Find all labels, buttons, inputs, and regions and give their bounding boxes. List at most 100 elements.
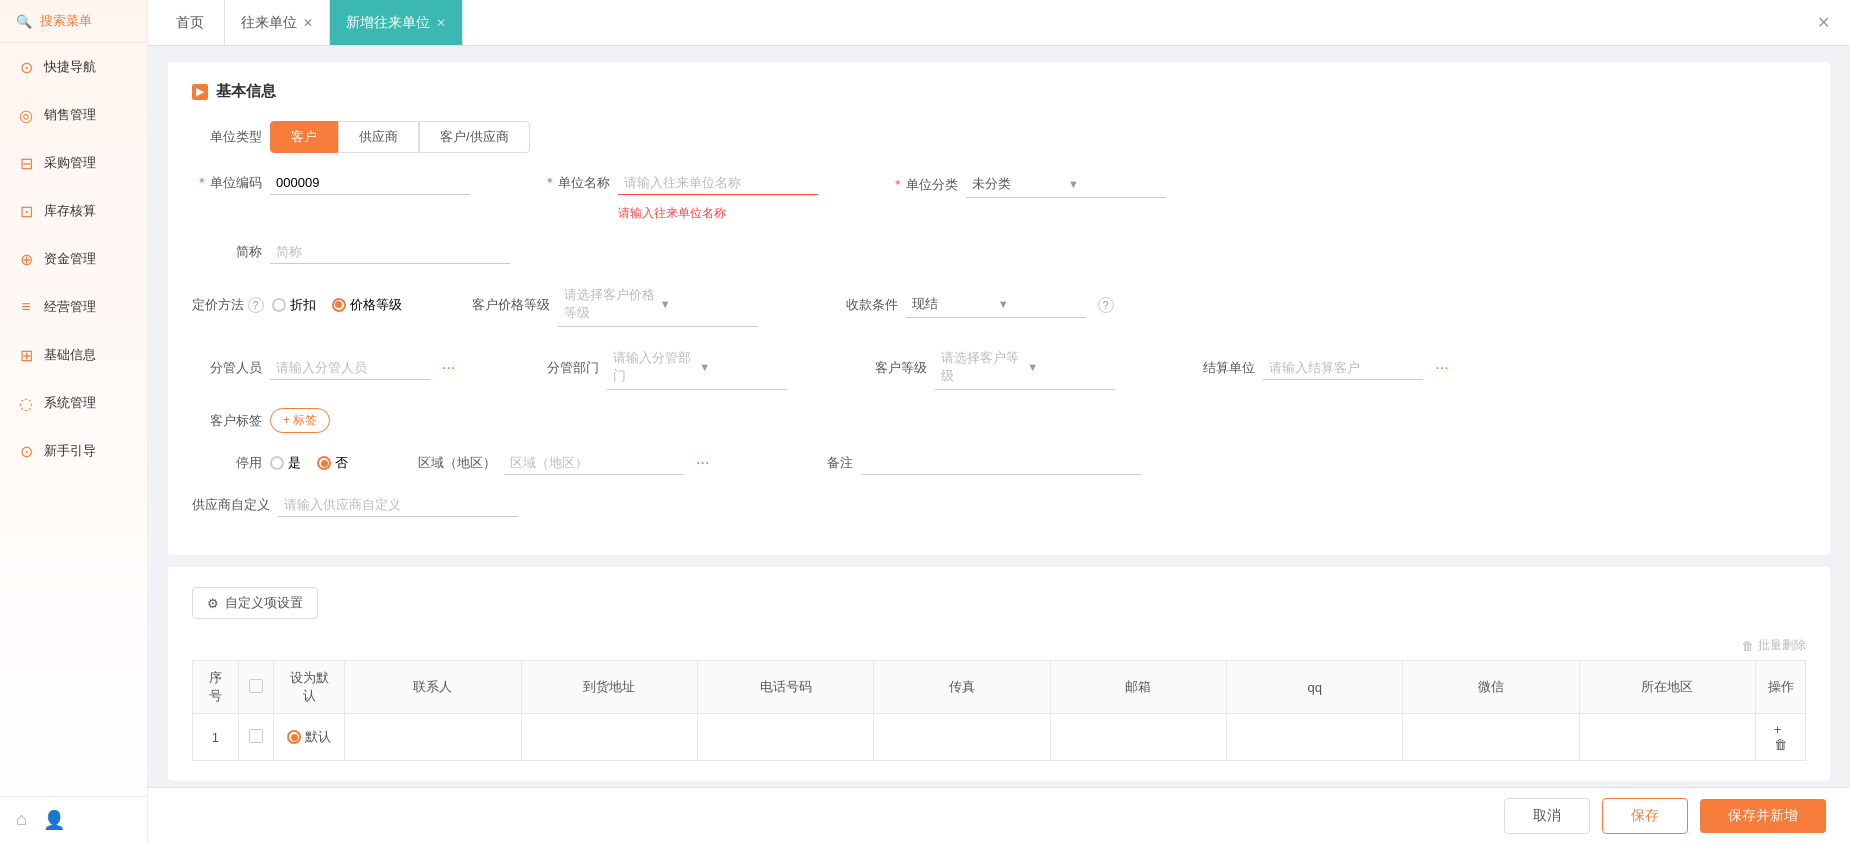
remark-input[interactable] bbox=[861, 451, 1141, 475]
sidebar-item-system[interactable]: ◌ 系统管理 bbox=[0, 379, 147, 427]
basic-info-card: ▶ 基本信息 单位类型 客户 供应商 客户/供应商 bbox=[168, 62, 1830, 555]
row-contact[interactable] bbox=[345, 714, 521, 761]
contact-input[interactable] bbox=[355, 730, 510, 745]
payment-field: 收款条件 现结 ▼ ? bbox=[828, 291, 1114, 318]
disabled-no[interactable]: 否 bbox=[317, 454, 348, 472]
region-more-btn[interactable]: ··· bbox=[692, 454, 713, 472]
save-button[interactable]: 保存 bbox=[1602, 798, 1688, 834]
tab-partner-list-close[interactable]: ✕ bbox=[303, 16, 313, 30]
batch-delete-label[interactable]: 批量删除 bbox=[1758, 637, 1806, 654]
address-input[interactable] bbox=[532, 730, 687, 745]
disabled-yes[interactable]: 是 bbox=[270, 454, 301, 472]
close-all-tabs[interactable]: ✕ bbox=[1805, 13, 1842, 32]
fax-input[interactable] bbox=[884, 730, 1039, 745]
tab-new-partner[interactable]: 新增往来单位 ✕ bbox=[330, 0, 463, 45]
dept-select[interactable]: 请输入分管部门 ▼ bbox=[607, 345, 787, 390]
manager-input[interactable] bbox=[270, 356, 430, 380]
sidebar-item-quick-nav[interactable]: ⊙ 快捷导航 bbox=[0, 43, 147, 91]
customer-price-select[interactable]: 请选择客户价格等级 ▼ bbox=[558, 282, 758, 327]
col-contact: 联系人 bbox=[345, 661, 521, 714]
row-qq[interactable] bbox=[1226, 714, 1402, 761]
yes-radio-circle bbox=[270, 456, 284, 470]
batch-delete-area: 🗑 批量删除 bbox=[192, 631, 1806, 660]
table-header-row: 序号 设为默认 联系人 到货地址 电话号码 传真 邮箱 qq 微信 所在地区 操… bbox=[193, 661, 1806, 714]
footer: 取消 保存 保存并新增 bbox=[148, 787, 1850, 843]
supplier-custom-field: 供应商自定义 bbox=[192, 493, 518, 517]
add-tag-button[interactable]: + 标签 bbox=[270, 408, 330, 433]
manager-more-btn[interactable]: ··· bbox=[438, 359, 459, 377]
phone-input[interactable] bbox=[708, 730, 863, 745]
customer-price-field: 客户价格等级 请选择客户价格等级 ▼ bbox=[472, 282, 758, 327]
row-fax[interactable] bbox=[874, 714, 1050, 761]
col-phone: 电话号码 bbox=[697, 661, 873, 714]
supplier-custom-input[interactable] bbox=[278, 493, 518, 517]
tab-new-partner-close[interactable]: ✕ bbox=[436, 16, 446, 30]
col-action: 操作 bbox=[1756, 661, 1806, 714]
category-label: * 单位分类 bbox=[888, 176, 958, 194]
tab-bar: 首页 往来单位 ✕ 新增往来单位 ✕ ✕ bbox=[148, 0, 1850, 46]
category-select[interactable]: 未分类 ▼ bbox=[966, 171, 1166, 198]
sidebar-item-finance[interactable]: ⊕ 资金管理 bbox=[0, 235, 147, 283]
shortname-field: 简称 bbox=[192, 240, 510, 264]
operations-icon: ≡ bbox=[16, 297, 36, 317]
sidebar-item-guide[interactable]: ⊙ 新手引导 bbox=[0, 427, 147, 475]
save-and-new-button[interactable]: 保存并新增 bbox=[1700, 799, 1826, 833]
col-qq: qq bbox=[1226, 661, 1402, 714]
pricing-row: 定价方法 ? 折扣 价格等级 bbox=[192, 282, 1806, 327]
manager-label: 分管人员 bbox=[192, 359, 262, 377]
row-default: 默认 bbox=[273, 714, 344, 761]
row-default-radio[interactable]: 默认 bbox=[284, 728, 334, 746]
pricing-radio-level[interactable]: 价格等级 bbox=[332, 296, 402, 314]
customer-level-select[interactable]: 请选择客户等级 ▼ bbox=[935, 345, 1115, 390]
name-input[interactable] bbox=[618, 171, 818, 195]
qq-input[interactable] bbox=[1237, 730, 1392, 745]
pricing-help-icon[interactable]: ? bbox=[248, 297, 264, 313]
tab-partner-list[interactable]: 往来单位 ✕ bbox=[225, 0, 330, 45]
contact-table: 序号 设为默认 联系人 到货地址 电话号码 传真 邮箱 qq 微信 所在地区 操… bbox=[192, 660, 1806, 761]
row-region[interactable] bbox=[1579, 714, 1755, 761]
email-input[interactable] bbox=[1061, 730, 1216, 745]
disabled-radio-group: 是 否 bbox=[270, 454, 348, 472]
select-all-checkbox[interactable] bbox=[249, 679, 263, 693]
cancel-button[interactable]: 取消 bbox=[1504, 798, 1590, 834]
sidebar-item-sales[interactable]: ◎ 销售管理 bbox=[0, 91, 147, 139]
settlement-more-btn[interactable]: ··· bbox=[1431, 359, 1452, 377]
sidebar-item-inventory[interactable]: ⊡ 库存核算 bbox=[0, 187, 147, 235]
add-row-btn[interactable]: + bbox=[1774, 722, 1782, 737]
customer-level-label: 客户等级 bbox=[857, 359, 927, 377]
row-address[interactable] bbox=[521, 714, 697, 761]
settlement-input[interactable] bbox=[1263, 356, 1423, 380]
sidebar-item-operations[interactable]: ≡ 经营管理 bbox=[0, 283, 147, 331]
main-area: 首页 往来单位 ✕ 新增往来单位 ✕ ✕ ▶ 基本信息 单位类型 bbox=[148, 0, 1850, 843]
unit-btn-supplier[interactable]: 供应商 bbox=[338, 121, 419, 153]
custom-settings-button[interactable]: ⚙ 自定义项设置 bbox=[192, 587, 318, 619]
region-input[interactable] bbox=[504, 451, 684, 475]
unit-btn-customer[interactable]: 客户 bbox=[270, 121, 338, 153]
tab-home[interactable]: 首页 bbox=[156, 0, 225, 45]
inventory-icon: ⊡ bbox=[16, 201, 36, 221]
category-arrow-icon: ▼ bbox=[1068, 178, 1160, 190]
row-wechat[interactable] bbox=[1403, 714, 1579, 761]
unit-btn-both[interactable]: 客户/供应商 bbox=[419, 121, 530, 153]
disabled-row: 停用 是 否 区域（地区） bbox=[192, 451, 1806, 475]
row-check[interactable] bbox=[249, 729, 263, 743]
code-input[interactable] bbox=[270, 171, 470, 195]
col-email: 邮箱 bbox=[1050, 661, 1226, 714]
default-radio-circle bbox=[287, 730, 301, 744]
sidebar-search[interactable]: 🔍 搜索菜单 bbox=[0, 0, 147, 43]
sidebar-home-icon[interactable]: ⌂ bbox=[16, 809, 27, 831]
sidebar-item-purchase[interactable]: ⊟ 采购管理 bbox=[0, 139, 147, 187]
row-phone[interactable] bbox=[697, 714, 873, 761]
delete-row-btn[interactable]: 🗑 bbox=[1774, 737, 1787, 752]
pricing-radio-discount[interactable]: 折扣 bbox=[272, 296, 316, 314]
shortname-input[interactable] bbox=[270, 240, 510, 264]
sidebar-user-icon[interactable]: 👤 bbox=[43, 809, 65, 831]
row-email[interactable] bbox=[1050, 714, 1226, 761]
region-row-input[interactable] bbox=[1590, 730, 1745, 745]
code-field: * 单位编码 bbox=[192, 171, 470, 195]
name-field: * 单位名称 请输入往来单位名称 bbox=[540, 171, 818, 222]
payment-select[interactable]: 现结 ▼ bbox=[906, 291, 1086, 318]
sidebar-item-basic-info[interactable]: ⊞ 基础信息 bbox=[0, 331, 147, 379]
wechat-input[interactable] bbox=[1413, 730, 1568, 745]
payment-help-icon[interactable]: ? bbox=[1098, 297, 1114, 313]
